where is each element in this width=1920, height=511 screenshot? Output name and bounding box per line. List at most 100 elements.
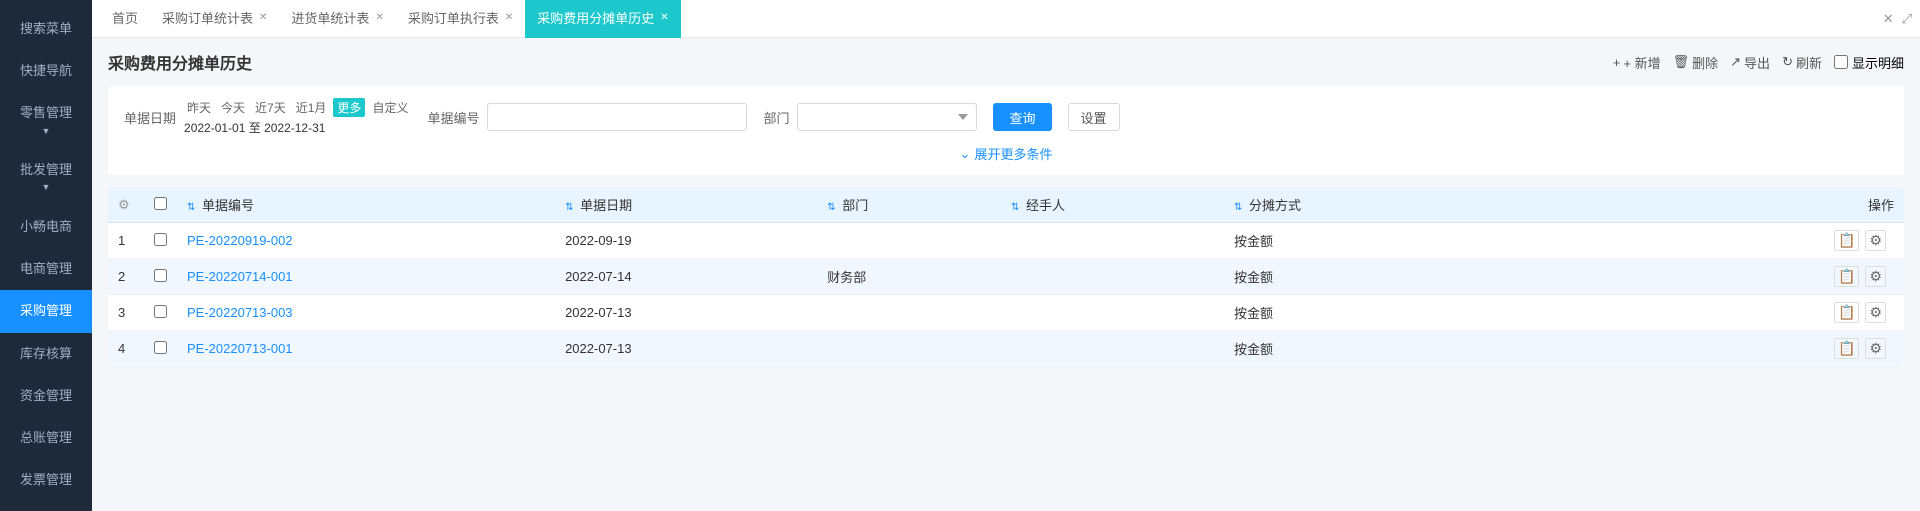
dept-cell bbox=[817, 295, 1001, 331]
delete-button[interactable]: 🗑 删除 bbox=[1673, 53, 1719, 72]
toolbar: + + 新增 🗑 删除 ↗ 导出 ↻ 刷新 显示明细 bbox=[1613, 53, 1904, 72]
tab-home[interactable]: 首页 bbox=[100, 0, 150, 38]
show-cols-toggle: 显示明细 bbox=[1834, 53, 1904, 72]
sidebar-item-retail[interactable]: 零售管理 ▼ bbox=[0, 92, 92, 149]
sidebar-item-ecom[interactable]: 电商管理 bbox=[0, 248, 92, 290]
tab-actions: ✕ ⤢ bbox=[1883, 11, 1912, 27]
shortcut-more[interactable]: 更多 bbox=[333, 98, 365, 117]
col-doc-date[interactable]: ⇅ 单据日期 bbox=[555, 187, 817, 223]
col-dept[interactable]: ⇅ 部门 bbox=[817, 187, 1001, 223]
op-more-icon[interactable]: ⚙ bbox=[1865, 230, 1886, 251]
sort-icon: ⇅ bbox=[565, 202, 573, 213]
add-icon: + bbox=[1613, 55, 1621, 70]
expand-tab-icon[interactable]: ⤢ bbox=[1902, 11, 1912, 27]
sidebar-item-ledger[interactable]: 总账管理 bbox=[0, 417, 92, 459]
doc-no-cell[interactable]: PE-20220714-001 bbox=[177, 259, 555, 295]
expand-more-button[interactable]: ⌄ 展开更多条件 bbox=[960, 144, 1053, 163]
sidebar-item-invoice[interactable]: 发票管理 bbox=[0, 459, 92, 501]
doc-no-field: 单据编号 bbox=[427, 103, 747, 131]
close-icon[interactable]: ✕ bbox=[259, 12, 267, 23]
search-button[interactable]: 查询 bbox=[993, 103, 1051, 131]
handler-cell bbox=[1001, 223, 1224, 259]
chevron-down-icon: ▼ bbox=[42, 181, 51, 194]
doc-date-cell: 2022-09-19 bbox=[555, 223, 817, 259]
op-edit-icon[interactable]: 📋 bbox=[1834, 302, 1859, 323]
date-label: 单据日期 bbox=[124, 108, 176, 127]
tab-inbound-stats[interactable]: 进货单统计表 ✕ bbox=[279, 0, 395, 38]
sidebar-item-search[interactable]: 搜索菜单 bbox=[0, 8, 92, 50]
shortcut-today[interactable]: 今天 bbox=[218, 98, 248, 117]
row-checkbox-cell bbox=[144, 331, 177, 367]
page-title: 采购费用分摊单历史 bbox=[108, 50, 252, 74]
row-checkbox[interactable] bbox=[154, 341, 167, 354]
op-edit-icon[interactable]: 📋 bbox=[1834, 230, 1859, 251]
close-icon[interactable]: ✕ bbox=[505, 12, 513, 23]
dept-field: 部门 财务部 bbox=[763, 103, 977, 131]
op-more-icon[interactable]: ⚙ bbox=[1865, 266, 1886, 287]
col-check bbox=[144, 187, 177, 223]
op-edit-icon[interactable]: 📋 bbox=[1834, 338, 1859, 359]
op-cell: 📋 ⚙ bbox=[1824, 331, 1904, 367]
settings-icon[interactable]: ⚙ bbox=[118, 197, 130, 212]
export-button[interactable]: ↗ 导出 bbox=[1730, 53, 1770, 72]
doc-no-cell[interactable]: PE-20220713-001 bbox=[177, 331, 555, 367]
row-num: 1 bbox=[108, 223, 144, 259]
col-split-method[interactable]: ⇅ 分摊方式 bbox=[1224, 187, 1824, 223]
dept-select[interactable]: 财务部 bbox=[797, 103, 977, 131]
date-shortcuts: 昨天 今天 近7天 近1月 更多 自定义 bbox=[184, 98, 411, 117]
shortcut-custom[interactable]: 自定义 bbox=[369, 98, 411, 117]
row-checkbox[interactable] bbox=[154, 233, 167, 246]
table-row: 4 PE-20220713-001 2022-07-13 按金额 📋 ⚙ bbox=[108, 331, 1904, 367]
tab-purchase-exec[interactable]: 采购订单执行表 ✕ bbox=[396, 0, 525, 38]
shortcut-yesterday[interactable]: 昨天 bbox=[184, 98, 214, 117]
doc-date-cell: 2022-07-13 bbox=[555, 295, 817, 331]
table-container: ⚙ ⇅ 单据编号 ⇅ 单据日期 bbox=[108, 187, 1904, 367]
tab-purchase-fee-history[interactable]: 采购费用分摊单历史 ✕ bbox=[525, 0, 680, 38]
split-method-cell: 按金额 bbox=[1224, 295, 1824, 331]
dept-cell bbox=[817, 223, 1001, 259]
refresh-button[interactable]: ↻ 刷新 bbox=[1782, 53, 1822, 72]
table-header-row: ⚙ ⇅ 单据编号 ⇅ 单据日期 bbox=[108, 187, 1904, 223]
sidebar-item-finance[interactable]: 资金管理 bbox=[0, 375, 92, 417]
add-button[interactable]: + + 新增 bbox=[1613, 53, 1661, 72]
doc-date-cell: 2022-07-13 bbox=[555, 331, 817, 367]
tab-bar: 首页 采购订单统计表 ✕ 进货单统计表 ✕ 采购订单执行表 ✕ 采购费用分摊单历… bbox=[92, 0, 1920, 38]
row-checkbox-cell bbox=[144, 223, 177, 259]
op-cell: 📋 ⚙ bbox=[1824, 259, 1904, 295]
doc-no-cell[interactable]: PE-20220919-002 bbox=[177, 223, 555, 259]
close-icon[interactable]: ✕ bbox=[375, 12, 383, 23]
date-range-text: 2022-01-01 至 2022-12-31 bbox=[184, 119, 411, 136]
sidebar-item-purchase[interactable]: 采购管理 bbox=[0, 290, 92, 332]
op-more-icon[interactable]: ⚙ bbox=[1865, 338, 1886, 359]
chevron-down-icon: ▼ bbox=[42, 125, 51, 138]
op-cell: 📋 ⚙ bbox=[1824, 295, 1904, 331]
col-doc-no[interactable]: ⇅ 单据编号 bbox=[177, 187, 555, 223]
doc-date-cell: 2022-07-14 bbox=[555, 259, 817, 295]
setting-button[interactable]: 设置 bbox=[1068, 103, 1120, 131]
sidebar-item-quicknav[interactable]: 快捷导航 bbox=[0, 50, 92, 92]
col-handler[interactable]: ⇅ 经手人 bbox=[1001, 187, 1224, 223]
select-all-checkbox[interactable] bbox=[154, 197, 167, 210]
show-cols-checkbox[interactable] bbox=[1834, 55, 1848, 69]
search-panel: 单据日期 昨天 今天 近7天 近1月 更多 自定义 2022-01-01 至 2… bbox=[108, 86, 1904, 175]
shortcut-7days[interactable]: 近7天 bbox=[252, 98, 289, 117]
search-row: 单据日期 昨天 今天 近7天 近1月 更多 自定义 2022-01-01 至 2… bbox=[124, 98, 1888, 136]
tab-purchase-order-stats[interactable]: 采购订单统计表 ✕ bbox=[150, 0, 279, 38]
sort-icon: ⇅ bbox=[827, 202, 835, 213]
op-edit-icon[interactable]: 📋 bbox=[1834, 266, 1859, 287]
doc-no-input[interactable] bbox=[487, 103, 747, 131]
shortcut-1month[interactable]: 近1月 bbox=[293, 98, 330, 117]
row-checkbox[interactable] bbox=[154, 305, 167, 318]
data-table: ⚙ ⇅ 单据编号 ⇅ 单据日期 bbox=[108, 187, 1904, 367]
op-more-icon[interactable]: ⚙ bbox=[1865, 302, 1886, 323]
op-cell: 📋 ⚙ bbox=[1824, 223, 1904, 259]
sidebar-item-inventory[interactable]: 库存核算 bbox=[0, 333, 92, 375]
close-all-tabs-icon[interactable]: ✕ bbox=[1883, 11, 1894, 27]
refresh-icon: ↻ bbox=[1782, 54, 1793, 70]
sidebar-item-wholesale[interactable]: 批发管理 ▼ bbox=[0, 149, 92, 206]
sidebar-item-ecom-small[interactable]: 小畅电商 bbox=[0, 206, 92, 248]
doc-no-cell[interactable]: PE-20220713-003 bbox=[177, 295, 555, 331]
row-checkbox[interactable] bbox=[154, 269, 167, 282]
dept-label: 部门 bbox=[763, 108, 789, 127]
close-icon[interactable]: ✕ bbox=[660, 12, 668, 23]
